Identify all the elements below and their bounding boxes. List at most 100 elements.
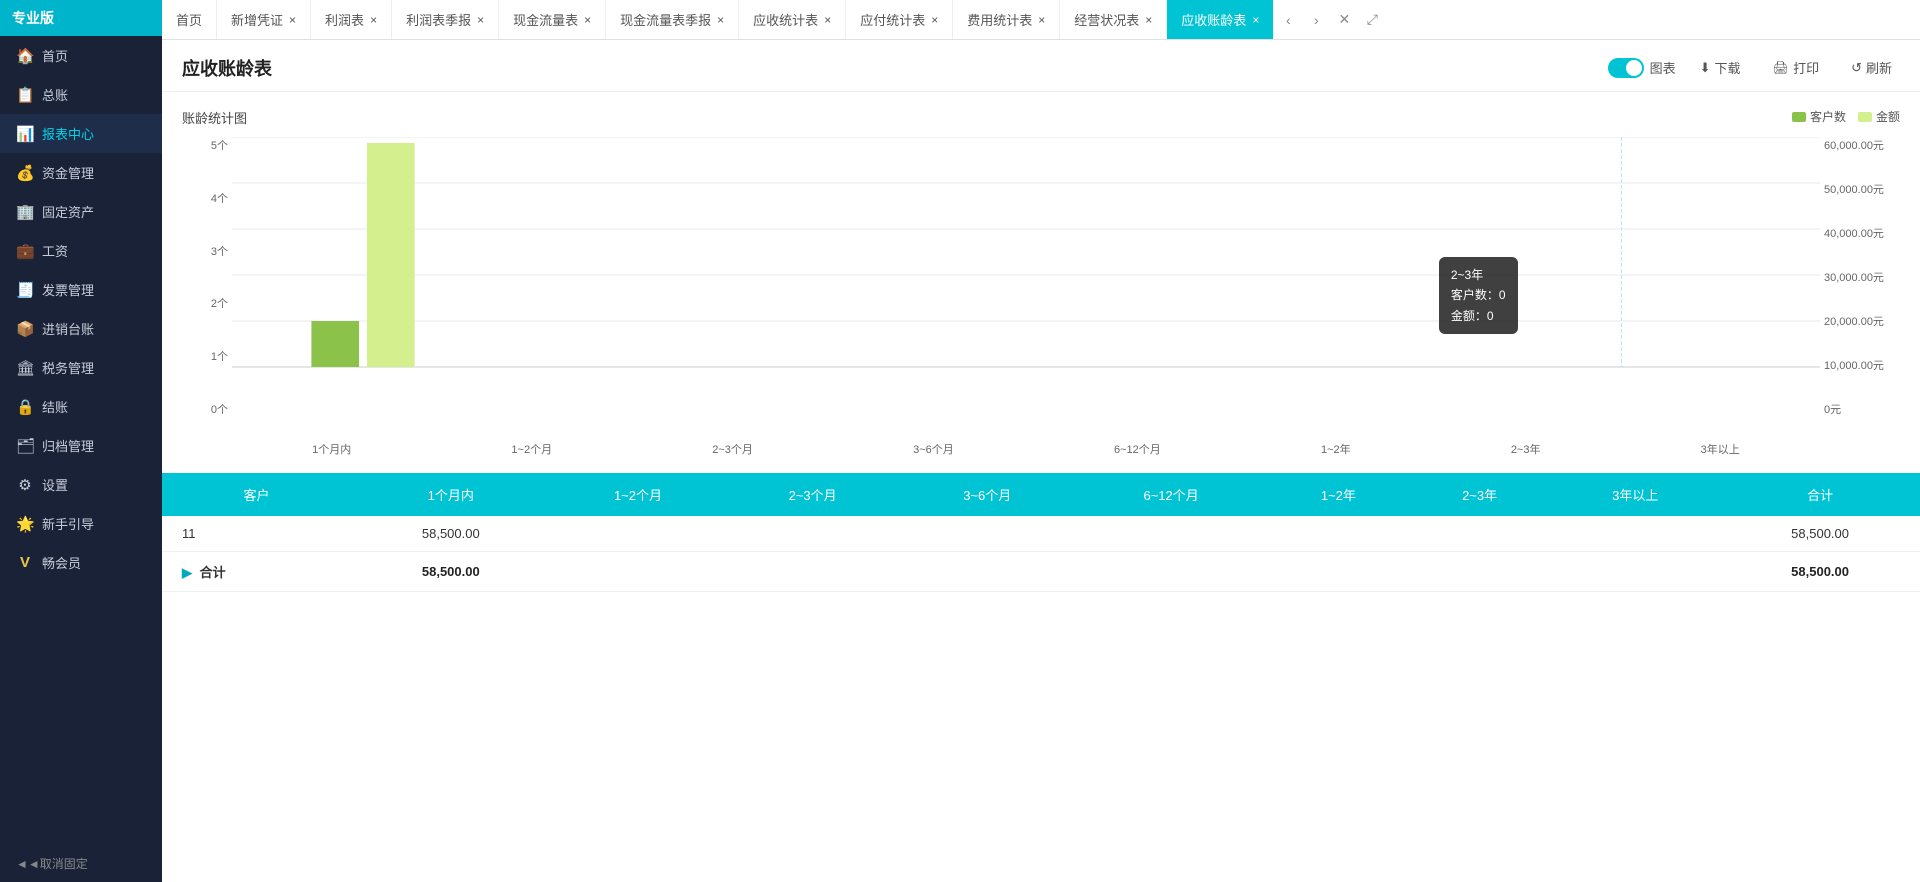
sidebar-label-salary: 工资 bbox=[42, 241, 68, 260]
tab-profit-close[interactable]: × bbox=[370, 13, 377, 27]
download-btn[interactable]: ⬇ 下载 bbox=[1692, 54, 1749, 81]
tab-aging-report-close[interactable]: × bbox=[1252, 13, 1259, 27]
y-label-5: 5个 bbox=[182, 137, 228, 153]
tab-profit-quarterly-label: 利润表季报 bbox=[406, 10, 471, 29]
tab-cash-flow-quarterly-close[interactable]: × bbox=[717, 13, 724, 27]
print-label: 打印 bbox=[1793, 58, 1819, 77]
sidebar-item-archive[interactable]: 🗂 归档管理 bbox=[0, 426, 162, 465]
sidebar-item-tax[interactable]: 🏛 税务管理 bbox=[0, 348, 162, 387]
tab-receivable-stats[interactable]: 应收统计表 × bbox=[739, 0, 846, 39]
tab-new-voucher-close[interactable]: × bbox=[289, 13, 296, 27]
tab-nav-prev[interactable]: ‹ bbox=[1274, 0, 1302, 39]
tab-home[interactable]: 首页 bbox=[162, 0, 217, 39]
page-header: 应收账龄表 图表 ⬇ 下载 🖨 打印 ↺ 刷新 bbox=[162, 40, 1920, 92]
tab-expense-stats-label: 费用统计表 bbox=[967, 10, 1032, 29]
assets-icon: 🏢 bbox=[16, 203, 34, 221]
col-header-month3-6: 3~6个月 bbox=[900, 473, 1075, 516]
membership-icon: V bbox=[16, 554, 34, 571]
tab-operation-status-close[interactable]: × bbox=[1145, 13, 1152, 27]
y-label-1: 1个 bbox=[182, 348, 228, 364]
tab-close-all[interactable]: ✕ bbox=[1330, 0, 1358, 39]
sidebar-item-settings[interactable]: ⚙ 设置 bbox=[0, 465, 162, 504]
ledger-icon: 📋 bbox=[16, 86, 34, 104]
chart-toggle[interactable] bbox=[1608, 58, 1644, 78]
y-right-label-40k: 40,000.00元 bbox=[1824, 225, 1900, 241]
download-label: 下载 bbox=[1715, 58, 1741, 77]
tab-expand[interactable]: ⤢ bbox=[1358, 0, 1386, 39]
row-month2-3 bbox=[725, 516, 900, 552]
sidebar-item-purchase-sales[interactable]: 📦 进销台账 bbox=[0, 309, 162, 348]
sidebar-item-general-ledger[interactable]: 📋 总账 bbox=[0, 75, 162, 114]
sidebar-label-general-ledger: 总账 bbox=[42, 85, 68, 104]
print-btn[interactable]: 🖨 打印 bbox=[1765, 54, 1828, 81]
tab-payable-stats-close[interactable]: × bbox=[931, 13, 938, 27]
tab-profit[interactable]: 利润表 × bbox=[311, 0, 392, 39]
fund-icon: 💰 bbox=[16, 164, 34, 182]
tab-expense-stats[interactable]: 费用统计表 × bbox=[953, 0, 1060, 39]
tab-profit-quarterly[interactable]: 利润表季报 × bbox=[392, 0, 499, 39]
sidebar-item-home[interactable]: 🏠 首页 bbox=[0, 36, 162, 75]
tab-profit-quarterly-close[interactable]: × bbox=[477, 13, 484, 27]
sidebar-item-membership[interactable]: V 畅会员 bbox=[0, 543, 162, 582]
x-label-month1-2: 1~2个月 bbox=[511, 441, 552, 457]
total-customer-label: ▶ 合计 bbox=[162, 552, 351, 592]
sidebar-item-salary[interactable]: 💼 工资 bbox=[0, 231, 162, 270]
tab-cash-flow[interactable]: 现金流量表 × bbox=[499, 0, 606, 39]
sidebar-collapse-btn[interactable]: ◄◄取消固定 bbox=[0, 845, 162, 882]
tab-cash-flow-quarterly-label: 现金流量表季报 bbox=[620, 10, 711, 29]
tab-new-voucher[interactable]: 新增凭证 × bbox=[217, 0, 311, 39]
tab-receivable-stats-close[interactable]: × bbox=[824, 13, 831, 27]
tab-bar: 首页 新增凭证 × 利润表 × 利润表季报 × 现金流量表 × 现金流量表季报 … bbox=[162, 0, 1920, 40]
sidebar: 专业版 🏠 首页 📋 总账 📊 报表中心 💰 资金管理 🏢 固定资产 💼 工资 … bbox=[0, 0, 162, 882]
y-right-label-60k: 60,000.00元 bbox=[1824, 137, 1900, 153]
col-header-year1-2: 1~2年 bbox=[1268, 473, 1409, 516]
sidebar-label-closing: 结账 bbox=[42, 397, 68, 416]
refresh-btn[interactable]: ↺ 刷新 bbox=[1843, 54, 1900, 81]
legend-amount: 金额 bbox=[1858, 108, 1900, 125]
chart-area: 账龄统计图 客户数 金额 5个 4个 3个 2个 1个 bbox=[162, 92, 1920, 473]
sidebar-item-fund-management[interactable]: 💰 资金管理 bbox=[0, 153, 162, 192]
tab-aging-report[interactable]: 应收账龄表 × bbox=[1167, 0, 1274, 39]
y-label-2: 2个 bbox=[182, 295, 228, 311]
sidebar-item-guide[interactable]: 🌟 新手引导 bbox=[0, 504, 162, 543]
sidebar-item-closing[interactable]: 🔒 结账 bbox=[0, 387, 162, 426]
main-content: 首页 新增凭证 × 利润表 × 利润表季报 × 现金流量表 × 现金流量表季报 … bbox=[162, 0, 1920, 882]
col-header-customer: 客户 bbox=[162, 473, 351, 516]
sidebar-label-settings: 设置 bbox=[42, 475, 68, 494]
bar-month1-customers bbox=[311, 321, 359, 367]
tab-payable-stats[interactable]: 应付统计表 × bbox=[846, 0, 953, 39]
sidebar-label-fund-management: 资金管理 bbox=[42, 163, 94, 182]
tab-cash-flow-close[interactable]: × bbox=[584, 13, 591, 27]
report-icon: 📊 bbox=[16, 125, 34, 143]
y-right-label-30k: 30,000.00元 bbox=[1824, 269, 1900, 285]
x-label-month6-12: 6~12个月 bbox=[1114, 441, 1161, 457]
sidebar-label-archive: 归档管理 bbox=[42, 436, 94, 455]
total-month1: 58,500.00 bbox=[351, 552, 551, 592]
col-header-month1-2: 1~2个月 bbox=[551, 473, 726, 516]
legend-amount-box bbox=[1858, 112, 1872, 122]
total-month2-3 bbox=[725, 552, 900, 592]
total-year2-3 bbox=[1409, 552, 1550, 592]
tab-cash-flow-label: 现金流量表 bbox=[513, 10, 578, 29]
sidebar-item-invoice[interactable]: 🧾 发票管理 bbox=[0, 270, 162, 309]
tab-payable-stats-label: 应付统计表 bbox=[860, 10, 925, 29]
tab-nav-next[interactable]: › bbox=[1302, 0, 1330, 39]
tab-expense-stats-close[interactable]: × bbox=[1038, 13, 1045, 27]
x-label-year3plus: 3年以上 bbox=[1701, 441, 1740, 457]
col-header-year2-3: 2~3年 bbox=[1409, 473, 1550, 516]
data-table: 客户 1个月内 1~2个月 2~3个月 3~6个月 6~12个月 1~2年 2~… bbox=[162, 473, 1920, 592]
chart-title: 账龄统计图 bbox=[182, 108, 1900, 127]
tab-profit-label: 利润表 bbox=[325, 10, 364, 29]
row-customer: 11 bbox=[162, 516, 351, 552]
tab-operation-status[interactable]: 经营状况表 × bbox=[1060, 0, 1167, 39]
closing-icon: 🔒 bbox=[16, 398, 34, 416]
sidebar-item-fixed-assets[interactable]: 🏢 固定资产 bbox=[0, 192, 162, 231]
col-header-month2-3: 2~3个月 bbox=[725, 473, 900, 516]
download-icon: ⬇ bbox=[1700, 60, 1711, 76]
tab-home-label: 首页 bbox=[176, 10, 202, 29]
total-icon: ▶ bbox=[182, 565, 192, 580]
tab-aging-report-label: 应收账龄表 bbox=[1181, 10, 1246, 29]
tab-cash-flow-quarterly[interactable]: 现金流量表季报 × bbox=[606, 0, 739, 39]
chart-toggle-container[interactable]: 图表 bbox=[1608, 58, 1676, 78]
sidebar-item-report-center[interactable]: 📊 报表中心 bbox=[0, 114, 162, 153]
